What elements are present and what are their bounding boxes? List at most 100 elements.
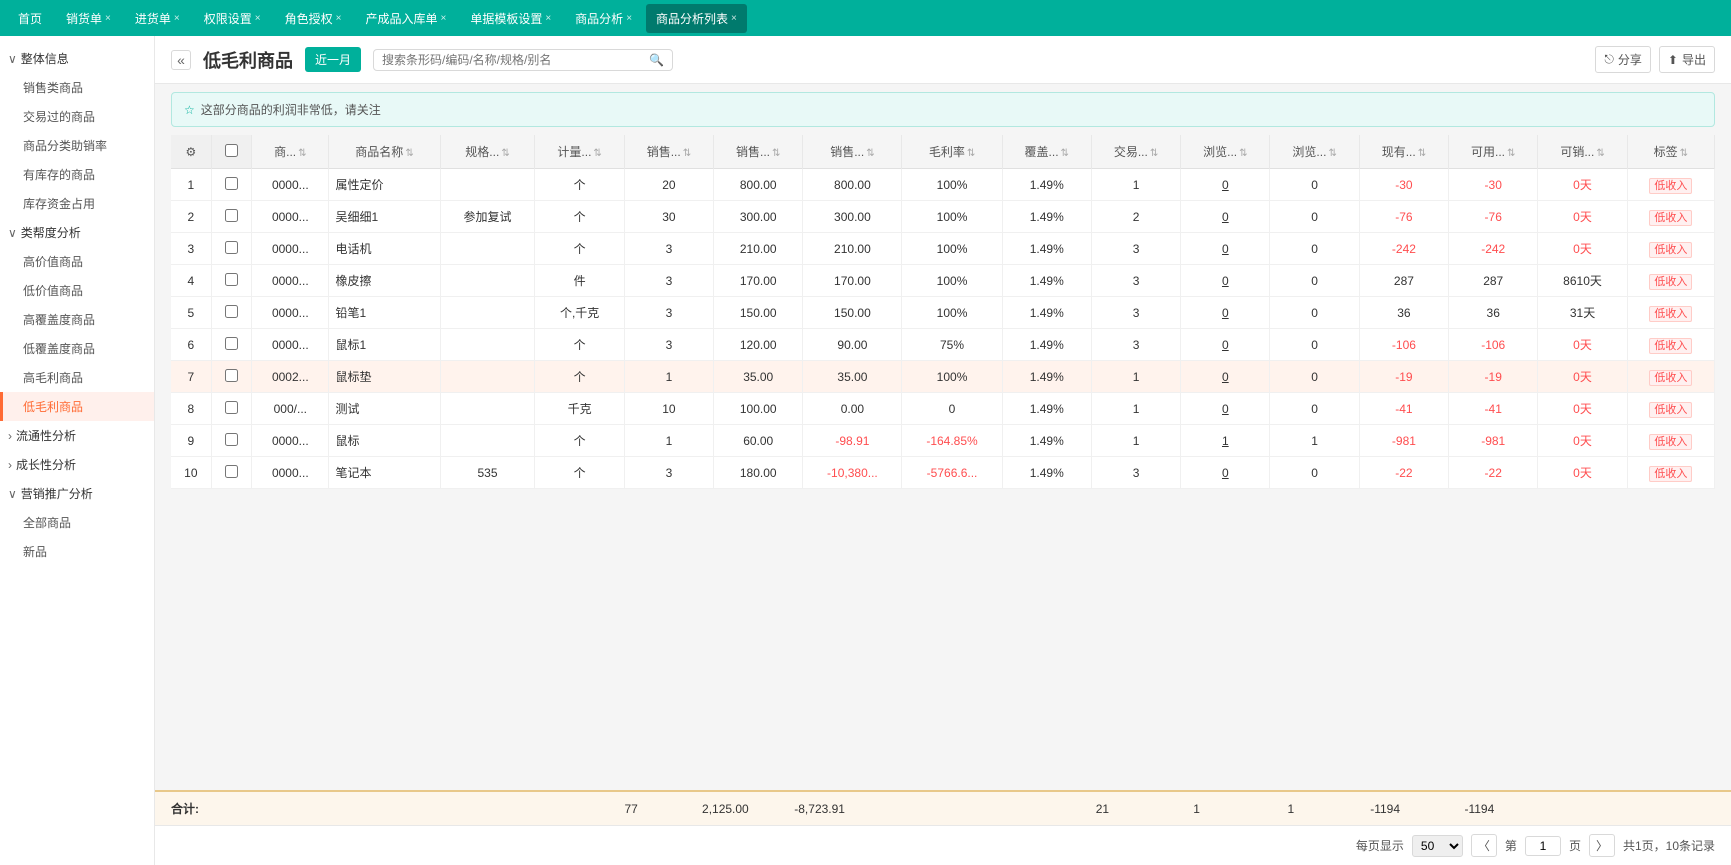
- row-checkbox[interactable]: [211, 361, 251, 393]
- nav-home[interactable]: 首页: [8, 4, 52, 33]
- row-checkbox[interactable]: [211, 393, 251, 425]
- sidebar-item-new-goods[interactable]: 新品: [0, 537, 154, 566]
- row-code: 0000...: [252, 233, 329, 265]
- sidebar-group-analysis[interactable]: ∨ 类帮度分析: [0, 218, 154, 247]
- row-checkbox[interactable]: [211, 169, 251, 201]
- table-container: ⚙ 商...⇅ 商品名称⇅ 规格...⇅ 计量...⇅ 销售...⇅ 销售...…: [155, 135, 1731, 790]
- sidebar-item-category-rate[interactable]: 商品分类助销率: [0, 131, 154, 160]
- sidebar-item-traded-goods[interactable]: 交易过的商品: [0, 102, 154, 131]
- sidebar-group-circulation[interactable]: › 流通性分析: [0, 421, 154, 450]
- row-spec: 535: [440, 457, 535, 489]
- row-current-stock: -106: [1359, 329, 1448, 361]
- nav-product-analysis[interactable]: 商品分析 ×: [565, 4, 642, 33]
- col-sales-amount[interactable]: 销售...⇅: [714, 135, 803, 169]
- col-available-stock[interactable]: 可用...⇅: [1449, 135, 1538, 169]
- row-num: 5: [171, 297, 211, 329]
- row-tag: 低收入: [1627, 169, 1714, 201]
- prev-page-button[interactable]: 〈: [1471, 834, 1497, 857]
- sidebar-collapse-button[interactable]: «: [171, 50, 191, 70]
- row-sales-amount: 60.00: [714, 425, 803, 457]
- nav-close-icon[interactable]: ×: [545, 13, 551, 24]
- nav-finished-goods[interactable]: 产成品入库单 ×: [355, 4, 456, 33]
- row-sales-amount: 300.00: [714, 201, 803, 233]
- col-sales-qty[interactable]: 销售...⇅: [624, 135, 713, 169]
- col-transaction[interactable]: 交易...⇅: [1091, 135, 1180, 169]
- row-checkbox[interactable]: [211, 457, 251, 489]
- row-checkbox[interactable]: [211, 265, 251, 297]
- row-views1[interactable]: 1: [1181, 425, 1270, 457]
- row-checkbox[interactable]: [211, 233, 251, 265]
- row-views1[interactable]: 0: [1181, 457, 1270, 489]
- share-button[interactable]: ⎋ 分享: [1595, 46, 1651, 73]
- nav-close-icon[interactable]: ×: [255, 13, 261, 24]
- row-transaction: 3: [1091, 457, 1180, 489]
- col-views1[interactable]: 浏览...⇅: [1181, 135, 1270, 169]
- row-current-stock: 36: [1359, 297, 1448, 329]
- row-views1[interactable]: 0: [1181, 201, 1270, 233]
- next-page-button[interactable]: 〉: [1589, 834, 1615, 857]
- col-code[interactable]: 商...⇅: [252, 135, 329, 169]
- row-views1[interactable]: 0: [1181, 265, 1270, 297]
- row-name: 铅笔1: [329, 297, 440, 329]
- filter-period-button[interactable]: 近一月: [305, 47, 361, 72]
- nav-sales-order[interactable]: 销货单 ×: [56, 4, 121, 33]
- col-name[interactable]: 商品名称⇅: [329, 135, 440, 169]
- sidebar-item-low-margin[interactable]: 低毛利商品: [0, 392, 154, 421]
- col-unit[interactable]: 计量...⇅: [535, 135, 624, 169]
- nav-role-auth[interactable]: 角色授权 ×: [275, 4, 352, 33]
- row-views1[interactable]: 0: [1181, 169, 1270, 201]
- row-views1[interactable]: 0: [1181, 393, 1270, 425]
- row-views1[interactable]: 0: [1181, 329, 1270, 361]
- col-tag[interactable]: 标签⇅: [1627, 135, 1714, 169]
- row-checkbox[interactable]: [211, 297, 251, 329]
- nav-product-analysis-list[interactable]: 商品分析列表 ×: [646, 4, 747, 33]
- sidebar-item-high-value[interactable]: 高价值商品: [0, 247, 154, 276]
- col-sellable-days[interactable]: 可销...⇅: [1538, 135, 1627, 169]
- col-gross-margin[interactable]: 毛利率⇅: [902, 135, 1002, 169]
- nav-close-icon[interactable]: ×: [105, 13, 111, 24]
- row-views1[interactable]: 0: [1181, 297, 1270, 329]
- col-checkbox[interactable]: [211, 135, 251, 169]
- export-button[interactable]: ⬆ 导出: [1659, 46, 1715, 73]
- row-checkbox[interactable]: [211, 425, 251, 457]
- per-page-select[interactable]: 50 100 200: [1412, 835, 1463, 857]
- col-coverage[interactable]: 覆盖...⇅: [1002, 135, 1091, 169]
- row-views1[interactable]: 0: [1181, 361, 1270, 393]
- row-views1[interactable]: 0: [1181, 233, 1270, 265]
- sidebar-item-high-coverage[interactable]: 高覆盖度商品: [0, 305, 154, 334]
- sidebar-group-overall[interactable]: ∨ 整体信息: [0, 44, 154, 73]
- header-actions: ⎋ 分享 ⬆ 导出: [1595, 46, 1715, 73]
- nav-template-settings[interactable]: 单据模板设置 ×: [460, 4, 561, 33]
- col-views2[interactable]: 浏览...⇅: [1270, 135, 1359, 169]
- sidebar-item-stock-goods[interactable]: 有库存的商品: [0, 160, 154, 189]
- sidebar-item-high-margin[interactable]: 高毛利商品: [0, 363, 154, 392]
- sidebar-item-sales-goods[interactable]: 销售类商品: [0, 73, 154, 102]
- row-checkbox[interactable]: [211, 329, 251, 361]
- col-spec[interactable]: 规格...⇅: [440, 135, 535, 169]
- nav-purchase-order[interactable]: 进货单 ×: [125, 4, 190, 33]
- page-number-input[interactable]: [1525, 836, 1561, 856]
- nav-close-icon[interactable]: ×: [731, 13, 737, 24]
- search-icon[interactable]: 🔍: [649, 53, 664, 67]
- nav-close-icon[interactable]: ×: [174, 13, 180, 24]
- nav-close-icon[interactable]: ×: [440, 13, 446, 24]
- col-sales-profit[interactable]: 销售...⇅: [803, 135, 902, 169]
- row-num: 8: [171, 393, 211, 425]
- nav-close-icon[interactable]: ×: [626, 13, 632, 24]
- col-settings[interactable]: ⚙: [171, 135, 211, 169]
- row-transaction: 3: [1091, 265, 1180, 297]
- nav-permissions[interactable]: 权限设置 ×: [194, 4, 271, 33]
- row-available-stock: -76: [1449, 201, 1538, 233]
- col-current-stock[interactable]: 现有...⇅: [1359, 135, 1448, 169]
- main-layout: ∨ 整体信息 销售类商品 交易过的商品 商品分类助销率 有库存的商品 库存资金占…: [0, 36, 1731, 865]
- nav-close-icon[interactable]: ×: [336, 13, 342, 24]
- sidebar-item-all-goods[interactable]: 全部商品: [0, 508, 154, 537]
- select-all-checkbox[interactable]: [225, 144, 238, 157]
- sidebar-item-stock-capital[interactable]: 库存资金占用: [0, 189, 154, 218]
- search-input[interactable]: [382, 53, 649, 67]
- sidebar-group-growth[interactable]: › 成长性分析: [0, 450, 154, 479]
- sidebar-group-marketing[interactable]: ∨ 营销推广分析: [0, 479, 154, 508]
- sidebar-item-low-value[interactable]: 低价值商品: [0, 276, 154, 305]
- sidebar-item-low-coverage[interactable]: 低覆盖度商品: [0, 334, 154, 363]
- row-checkbox[interactable]: [211, 201, 251, 233]
